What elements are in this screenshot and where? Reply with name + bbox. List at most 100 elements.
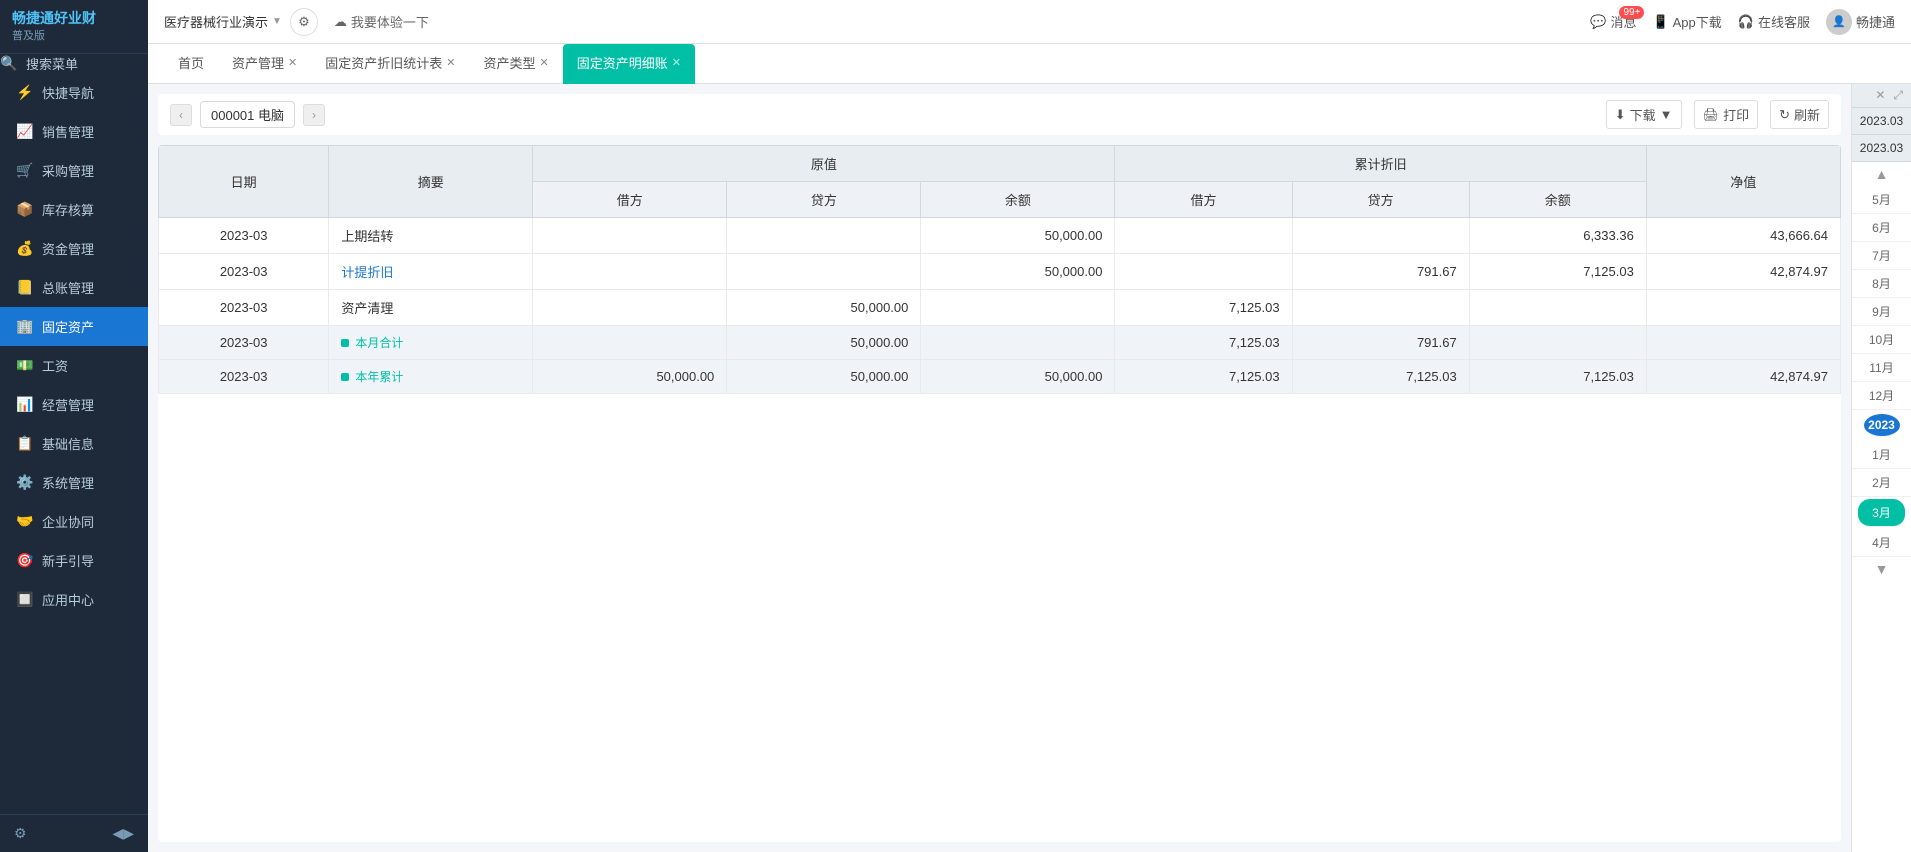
col-net-value: 净值 (1646, 146, 1840, 218)
timeline-year-2023[interactable]: 2023 (1864, 414, 1900, 437)
tab-asset-manage-close[interactable]: ✕ (288, 56, 297, 69)
row4-net-value (1646, 326, 1840, 360)
row5-acc-balance: 7,125.03 (1469, 360, 1646, 394)
tab-asset-type-close[interactable]: ✕ (540, 56, 549, 69)
col-accumulated-depreciation: 累计折旧 (1115, 146, 1646, 182)
row4-orig-debit (533, 326, 727, 360)
sidebar-item-finance[interactable]: 💰 资金管理 (0, 229, 148, 268)
purchase-icon: 🛒 (16, 162, 34, 179)
tab-asset-detail-close[interactable]: ✕ (672, 56, 681, 69)
tab-asset-type[interactable]: 资产类型 ✕ (469, 44, 562, 84)
col-orig-credit: 贷方 (727, 182, 921, 218)
topbar: 医疗器械行业演示 ▼ ⚙ ☁ 我要体验一下 💬 消息 99+ 📱 App下载 (148, 0, 1911, 44)
tab-asset-manage[interactable]: 资产管理 ✕ (218, 44, 311, 84)
sidebar-item-guide[interactable]: 🎯 新手引导 (0, 541, 148, 580)
col-original-value: 原值 (533, 146, 1115, 182)
sidebar-item-inventory[interactable]: 📦 库存核算 (0, 190, 148, 229)
timeline-month-1[interactable]: 1月 (1852, 441, 1911, 469)
timeline-month-9[interactable]: 9月 (1852, 298, 1911, 326)
row3-orig-balance (921, 290, 1115, 326)
content-area: ‹ 000001 电脑 › ⬇ 下载 ▼ 🖨 打印 ↻ (148, 84, 1911, 852)
timeline-month-7[interactable]: 7月 (1852, 242, 1911, 270)
tabs-bar: 首页 资产管理 ✕ 固定资产折旧统计表 ✕ 资产类型 ✕ 固定资产明细账 ✕ (148, 44, 1911, 84)
expand-panel-icon[interactable]: ⤢ (1893, 88, 1903, 103)
row1-acc-credit (1292, 218, 1469, 254)
sidebar-item-app-center[interactable]: 🔲 应用中心 (0, 580, 148, 619)
timeline-month-8[interactable]: 8月 (1852, 270, 1911, 298)
sidebar-item-payroll[interactable]: 💵 工资 (0, 346, 148, 385)
sidebar-item-search[interactable]: 🔍 搜索菜单 (0, 54, 148, 73)
tab-depreciation-stat[interactable]: 固定资产折旧统计表 ✕ (311, 44, 469, 84)
sidebar: 畅捷通好业财 普及版 🔍 搜索菜单 ⚡ 快捷导航 📈 销售管理 🛒 采购管理 📦… (0, 0, 148, 852)
col-date: 日期 (159, 146, 329, 218)
timeline-up-icon[interactable]: ▲ (1875, 166, 1889, 182)
timeline-month-12[interactable]: 12月 (1852, 382, 1911, 410)
gear-icon: ⚙ (298, 14, 310, 30)
timeline-month-10[interactable]: 10月 (1852, 326, 1911, 354)
sidebar-item-label: 新手引导 (42, 551, 94, 570)
close-panel-icon[interactable]: ✕ (1875, 88, 1885, 103)
tab-depreciation-stat-close[interactable]: ✕ (446, 56, 455, 69)
timeline-month-2[interactable]: 2月 (1852, 469, 1911, 497)
row2-orig-balance: 50,000.00 (921, 254, 1115, 290)
sidebar-item-quick-nav[interactable]: ⚡ 快捷导航 (0, 73, 148, 112)
timeline-date-header2: 2023.03 (1852, 135, 1911, 162)
year-total-badge: 本年累计 (341, 368, 403, 385)
row4-acc-credit: 791.67 (1292, 326, 1469, 360)
month-total-badge: 本月合计 (341, 334, 403, 351)
collapse-sidebar-icon[interactable]: ◀▶ (112, 825, 134, 842)
row1-orig-balance: 50,000.00 (921, 218, 1115, 254)
timeline-month-3-active[interactable]: 3月 (1858, 499, 1905, 527)
print-button[interactable]: 🖨 打印 (1694, 100, 1759, 129)
next-asset-button[interactable]: › (303, 104, 325, 126)
topbar-settings-button[interactable]: ⚙ (290, 8, 318, 36)
company-selector[interactable]: 医疗器械行业演示 ▼ (164, 12, 282, 31)
settings-footer-icon[interactable]: ⚙ (14, 825, 27, 842)
sidebar-item-label: 应用中心 (42, 590, 94, 609)
table-row-year-total: 2023-03 本年累计 50,000.00 50,000.00 50,000.… (159, 360, 1841, 394)
message-button[interactable]: 💬 消息 99+ (1590, 12, 1636, 31)
tab-home[interactable]: 首页 (164, 44, 218, 84)
sidebar-item-sales[interactable]: 📈 销售管理 (0, 112, 148, 151)
timeline-month-11[interactable]: 11月 (1852, 354, 1911, 382)
download-button[interactable]: ⬇ 下载 ▼ (1606, 100, 1682, 129)
row3-date: 2023-03 (159, 290, 329, 326)
tab-asset-detail[interactable]: 固定资产明细账 ✕ (563, 44, 695, 84)
sidebar-item-ledger[interactable]: 📒 总账管理 (0, 268, 148, 307)
row5-summary: 本年累计 (329, 360, 533, 394)
row2-acc-balance: 7,125.03 (1469, 254, 1646, 290)
sidebar-item-label: 销售管理 (42, 122, 94, 141)
user-profile[interactable]: 👤 畅捷通 (1826, 9, 1895, 35)
sidebar-item-purchase[interactable]: 🛒 采购管理 (0, 151, 148, 190)
row4-date: 2023-03 (159, 326, 329, 360)
timeline-month-6[interactable]: 6月 (1852, 214, 1911, 242)
timeline-month-5[interactable]: 5月 (1852, 186, 1911, 214)
inventory-icon: 📦 (16, 201, 34, 218)
table-row: 2023-03 上期结转 50,000.00 6,333.36 43,666.6… (159, 218, 1841, 254)
green-dot-icon (341, 339, 349, 347)
refresh-button[interactable]: ↻ 刷新 (1770, 100, 1829, 129)
sidebar-item-enterprise[interactable]: 🤝 企业协同 (0, 502, 148, 541)
online-service-label: 在线客服 (1758, 12, 1810, 31)
online-service-button[interactable]: 🎧 在线客服 (1738, 12, 1810, 31)
row2-summary: 计提折旧 (329, 254, 533, 290)
sidebar-item-base-info[interactable]: 📋 基础信息 (0, 424, 148, 463)
cloud-icon: ☁ (334, 14, 347, 30)
experience-label: 我要体验一下 (351, 12, 429, 31)
experience-button[interactable]: ☁ 我要体验一下 (326, 8, 437, 35)
table-row-month-total: 2023-03 本月合计 50,000.00 7,125.03 (159, 326, 1841, 360)
sidebar-item-system[interactable]: ⚙️ 系统管理 (0, 463, 148, 502)
sidebar-item-business[interactable]: 📊 经营管理 (0, 385, 148, 424)
row1-orig-credit (727, 218, 921, 254)
app-download-button[interactable]: 📱 App下载 (1652, 12, 1721, 31)
row3-orig-credit: 50,000.00 (727, 290, 921, 326)
prev-asset-button[interactable]: ‹ (170, 104, 192, 126)
row5-date: 2023-03 (159, 360, 329, 394)
sidebar-item-label: 工资 (42, 356, 68, 375)
avatar: 👤 (1826, 9, 1852, 35)
col-acc-balance: 余额 (1469, 182, 1646, 218)
timeline-down-icon[interactable]: ▼ (1875, 561, 1889, 577)
timeline-month-4[interactable]: 4月 (1852, 529, 1911, 557)
sidebar-item-fixed-assets[interactable]: 🏢 固定资产 (0, 307, 148, 346)
sidebar-item-label: 企业协同 (42, 512, 94, 531)
